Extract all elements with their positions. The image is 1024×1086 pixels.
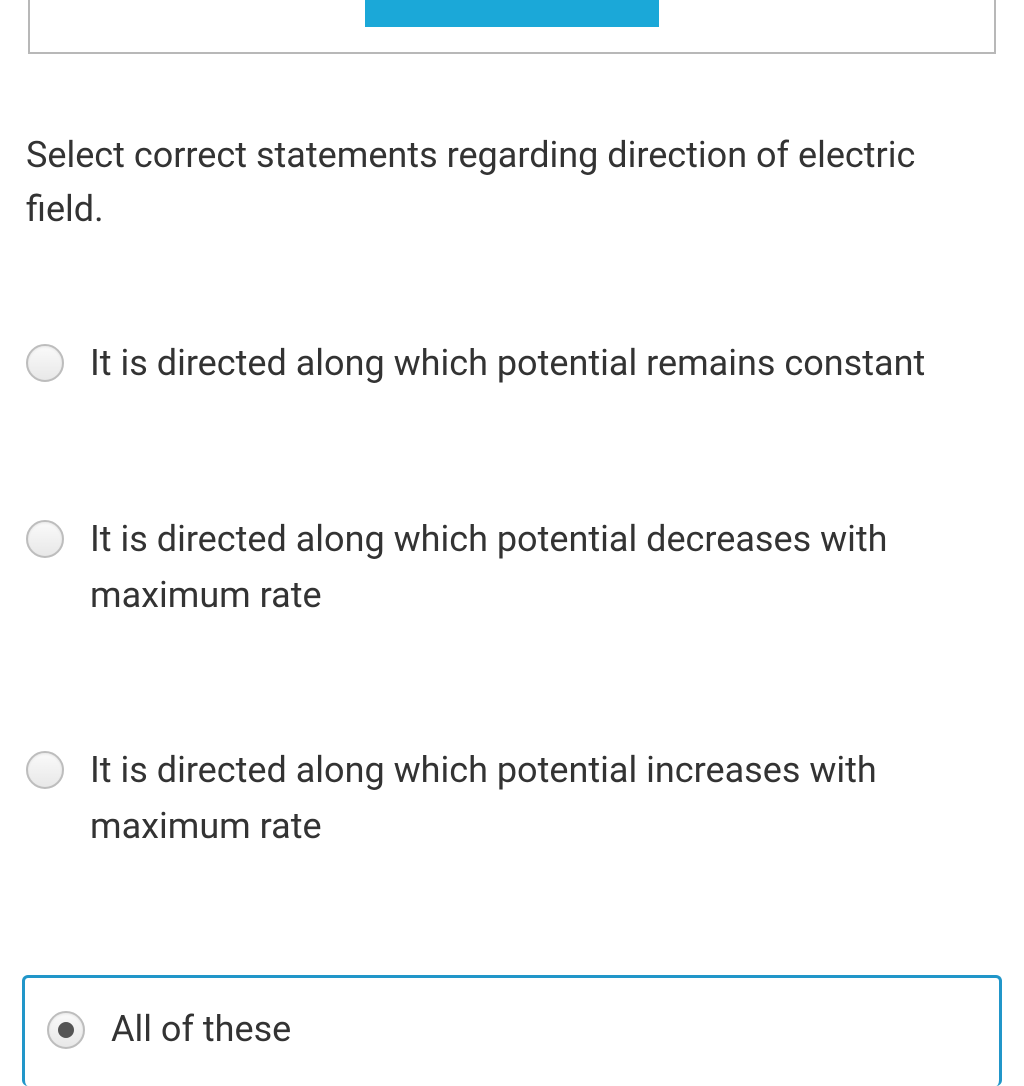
option-text: It is directed along which potential inc… <box>90 743 998 855</box>
option-row-3[interactable]: It is directed along which potential inc… <box>0 743 1024 855</box>
radio-dot-icon <box>58 1022 74 1038</box>
radio-button[interactable] <box>26 751 64 789</box>
option-row-1[interactable]: It is directed along which potential rem… <box>0 336 1024 392</box>
top-bordered-box <box>28 0 996 54</box>
radio-button[interactable] <box>26 344 64 382</box>
radio-button[interactable] <box>26 520 64 558</box>
option-text: It is directed along which potential dec… <box>90 512 998 624</box>
option-text: It is directed along which potential rem… <box>90 336 998 392</box>
option-row-2[interactable]: It is directed along which potential dec… <box>0 512 1024 624</box>
option-text: All of these <box>111 1002 977 1058</box>
options-container: It is directed along which potential rem… <box>0 336 1024 1086</box>
question-text: Select correct statements regarding dire… <box>26 128 998 236</box>
blue-button[interactable] <box>365 0 659 27</box>
radio-button-selected[interactable] <box>47 1011 85 1049</box>
option-row-4[interactable]: All of these <box>22 975 1002 1086</box>
